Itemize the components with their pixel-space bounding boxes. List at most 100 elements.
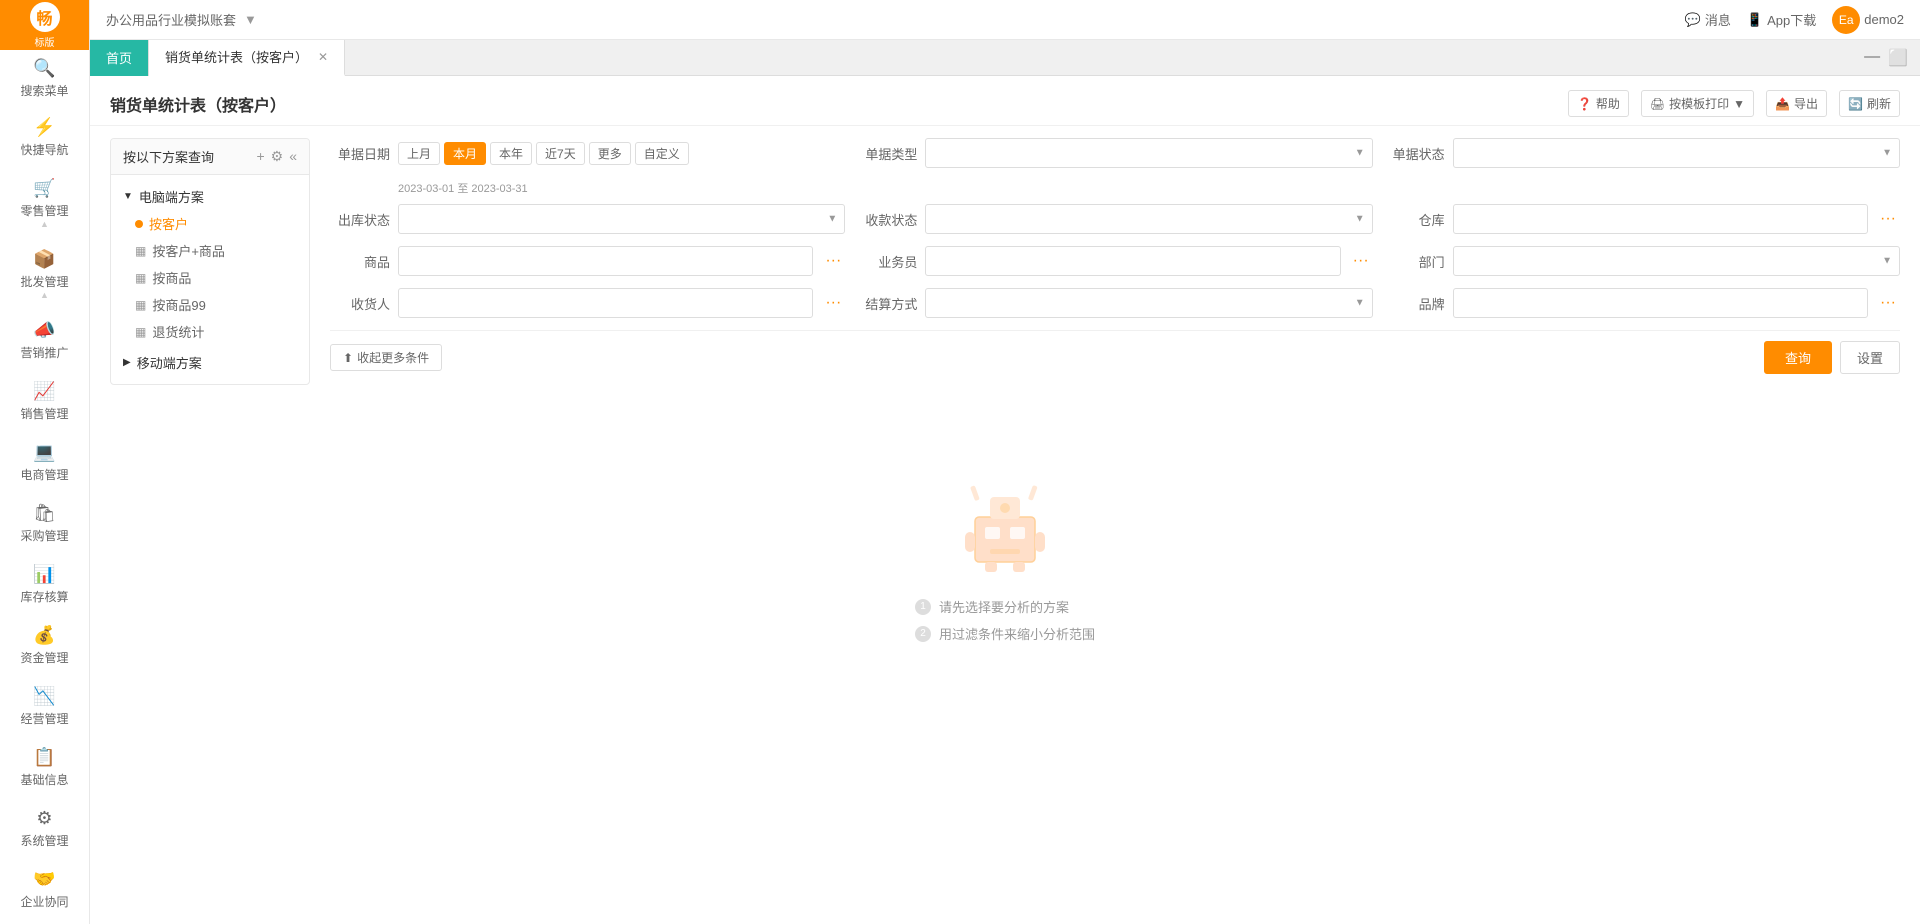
query-button[interactable]: 查询 <box>1764 341 1832 374</box>
sidebar-item-newbie[interactable]: 🎯 新手引导 <box>0 920 90 924</box>
tree-expand-icon[interactable]: ▼ <box>123 191 133 202</box>
operations-icon: 📉 <box>33 686 55 707</box>
date-last-month[interactable]: 上月 <box>398 142 440 165</box>
salesperson-input[interactable] <box>925 246 1340 276</box>
order-status-select[interactable] <box>1453 138 1900 168</box>
sidebar-item-operations[interactable]: 📉 经营管理 <box>0 676 90 737</box>
maximize-button[interactable]: ⬜ <box>1888 48 1908 68</box>
header-actions: ❓ 帮助 🖨 按模板打印 ▼ 📤 导出 🔄 刷新 <box>1568 90 1900 117</box>
date-more[interactable]: 更多 <box>589 142 631 165</box>
empty-state: 1 请先选择要分析的方案 2 用过滤条件来缩小分析范围 <box>90 397 1920 723</box>
sidebar-item-quick-nav[interactable]: ⚡ 快捷导航 <box>0 107 90 168</box>
date-last-7days[interactable]: 近7天 <box>536 142 585 165</box>
tree-item-by-customer-goods[interactable]: ▦ 按客户+商品 <box>111 237 309 264</box>
minimize-button[interactable]: — <box>1864 48 1880 68</box>
tip-num-2: 2 <box>915 626 931 642</box>
tab-window-controls: — ⬜ <box>1864 48 1920 68</box>
active-indicator <box>135 220 143 228</box>
system-icon: ⚙ <box>36 808 52 829</box>
tab-sales-stat[interactable]: 销货单统计表（按客户） ✕ <box>149 40 345 76</box>
pay-status-select[interactable] <box>925 204 1372 234</box>
brand-field: 品牌 ··· <box>1385 288 1900 318</box>
print-button[interactable]: 🖨 按模板打印 ▼ <box>1641 90 1754 117</box>
sidebar-item-retail[interactable]: 🛒 零售管理 ▲ <box>0 168 90 239</box>
app-download-button[interactable]: 📱 App下载 <box>1747 10 1816 29</box>
tree-item-by-goods99[interactable]: ▦ 按商品99 <box>111 291 309 318</box>
sidebar-item-purchase[interactable]: 🛍 采购管理 <box>0 493 90 554</box>
date-this-month[interactable]: 本月 <box>444 142 486 165</box>
dropdown-arrow-icon[interactable]: ▼ <box>244 12 257 27</box>
out-status-select[interactable] <box>398 204 845 234</box>
sidebar-item-finance[interactable]: 💰 资金管理 <box>0 615 90 676</box>
date-custom[interactable]: 自定义 <box>635 142 689 165</box>
tree-item-by-customer[interactable]: 按客户 <box>111 210 309 237</box>
basic-icon: 📋 <box>33 747 55 768</box>
print-dropdown-icon: ▼ <box>1733 97 1745 111</box>
retail-icon: 🛒 <box>33 178 55 199</box>
sidebar-item-enterprise[interactable]: 🤝 企业协同 <box>0 859 90 920</box>
logo-icon: 畅 <box>30 2 60 32</box>
warehouse-input[interactable] <box>1453 204 1868 234</box>
scheme-settings-button[interactable]: ⚙ <box>271 148 284 165</box>
date-filter-field: 单据日期 上月 本月 本年 近7天 更多 自定义 <box>330 138 845 168</box>
sidebar-item-system[interactable]: ⚙ 系统管理 <box>0 798 90 859</box>
department-field: 部门 ▼ <box>1385 246 1900 276</box>
receiver-more-icon[interactable]: ··· <box>821 294 845 312</box>
department-select[interactable] <box>1453 246 1900 276</box>
brand-more-icon[interactable]: ··· <box>1876 294 1900 312</box>
sidebar-item-ecommerce[interactable]: 💻 电商管理 <box>0 432 90 493</box>
app-download-icon: 📱 <box>1747 12 1763 28</box>
query-buttons: 查询 设置 <box>1764 341 1900 374</box>
warehouse-more-icon[interactable]: ··· <box>1876 210 1900 228</box>
goods-more-icon[interactable]: ··· <box>821 252 845 270</box>
scheme-add-button[interactable]: + <box>256 148 264 165</box>
collapse-icon: ⬆ <box>343 351 353 365</box>
finance-icon: 💰 <box>33 625 55 646</box>
sidebar-item-search[interactable]: 🔍 搜索菜单 <box>0 50 90 107</box>
salesperson-more-icon[interactable]: ··· <box>1349 252 1373 270</box>
print-icon: 🖨 <box>1650 97 1665 111</box>
settlement-select[interactable] <box>925 288 1372 318</box>
scheme-collapse-button[interactable]: « <box>289 148 297 165</box>
product-name: 办公用品行业模拟账套 <box>106 10 236 29</box>
tab-bar: 首页 销货单统计表（按客户） ✕ — ⬜ <box>90 40 1920 76</box>
sidebar-item-wholesale[interactable]: 📦 批发管理 ▲ <box>0 239 90 310</box>
tree-item-return-stat[interactable]: ▦ 退货统计 <box>111 318 309 345</box>
order-type-select[interactable] <box>925 138 1372 168</box>
scheme-tree: ▼ 电脑端方案 按客户 ▦ 按客户+商品 ▦ <box>111 175 309 384</box>
settings-button[interactable]: 设置 <box>1840 341 1900 374</box>
quick-nav-icon: ⚡ <box>33 117 55 138</box>
tree-mobile-expand-icon[interactable]: ▶ <box>123 357 131 368</box>
help-icon: ❓ <box>1577 97 1592 111</box>
sidebar-item-basic[interactable]: 📋 基础信息 <box>0 737 90 798</box>
export-button[interactable]: 📤 导出 <box>1766 90 1827 117</box>
date-this-year[interactable]: 本年 <box>490 142 532 165</box>
sidebar-item-marketing[interactable]: 📣 营销推广 <box>0 310 90 371</box>
collapse-button[interactable]: ⬆ 收起更多条件 <box>330 344 442 371</box>
tab-home[interactable]: 首页 <box>90 40 149 76</box>
filter-row-4: 收货人 ··· 结算方式 ▼ <box>330 288 1900 318</box>
tree-item-by-goods[interactable]: ▦ 按商品 <box>111 264 309 291</box>
out-status-label: 出库状态 <box>330 210 390 229</box>
tab-close-button[interactable]: ✕ <box>318 50 328 64</box>
sidebar-item-sales[interactable]: 📈 销售管理 <box>0 371 90 432</box>
help-button[interactable]: ❓ 帮助 <box>1568 90 1629 117</box>
scheme-panel: 按以下方案查询 + ⚙ « ▼ 电脑端方案 <box>110 138 310 385</box>
order-status-label: 单据状态 <box>1385 144 1445 163</box>
sidebar-item-inventory[interactable]: 📊 库存核算 <box>0 554 90 615</box>
brand-input[interactable] <box>1453 288 1868 318</box>
receiver-input[interactable] <box>398 288 813 318</box>
sidebar-ecommerce-label: 电商管理 <box>20 466 68 483</box>
settlement-field: 结算方式 ▼ <box>857 288 1372 318</box>
goods-input[interactable] <box>398 246 813 276</box>
message-button[interactable]: 💬 消息 <box>1685 10 1731 29</box>
date-range-display: 2023-03-01 至 2023-03-31 <box>330 180 1900 196</box>
topbar: 办公用品行业模拟账套 ▼ 💬 消息 📱 App下载 Ea demo2 <box>90 0 1920 40</box>
tip-text-1: 请先选择要分析的方案 <box>939 597 1069 616</box>
scheme-panel-title: 按以下方案查询 <box>123 147 214 166</box>
refresh-button[interactable]: 🔄 刷新 <box>1839 90 1900 117</box>
user-profile[interactable]: Ea demo2 <box>1832 6 1904 34</box>
order-type-select-wrapper: ▼ <box>925 138 1372 168</box>
scheme-icon-2: ▦ <box>135 271 146 285</box>
scheme-panel-header: 按以下方案查询 + ⚙ « <box>111 139 309 175</box>
